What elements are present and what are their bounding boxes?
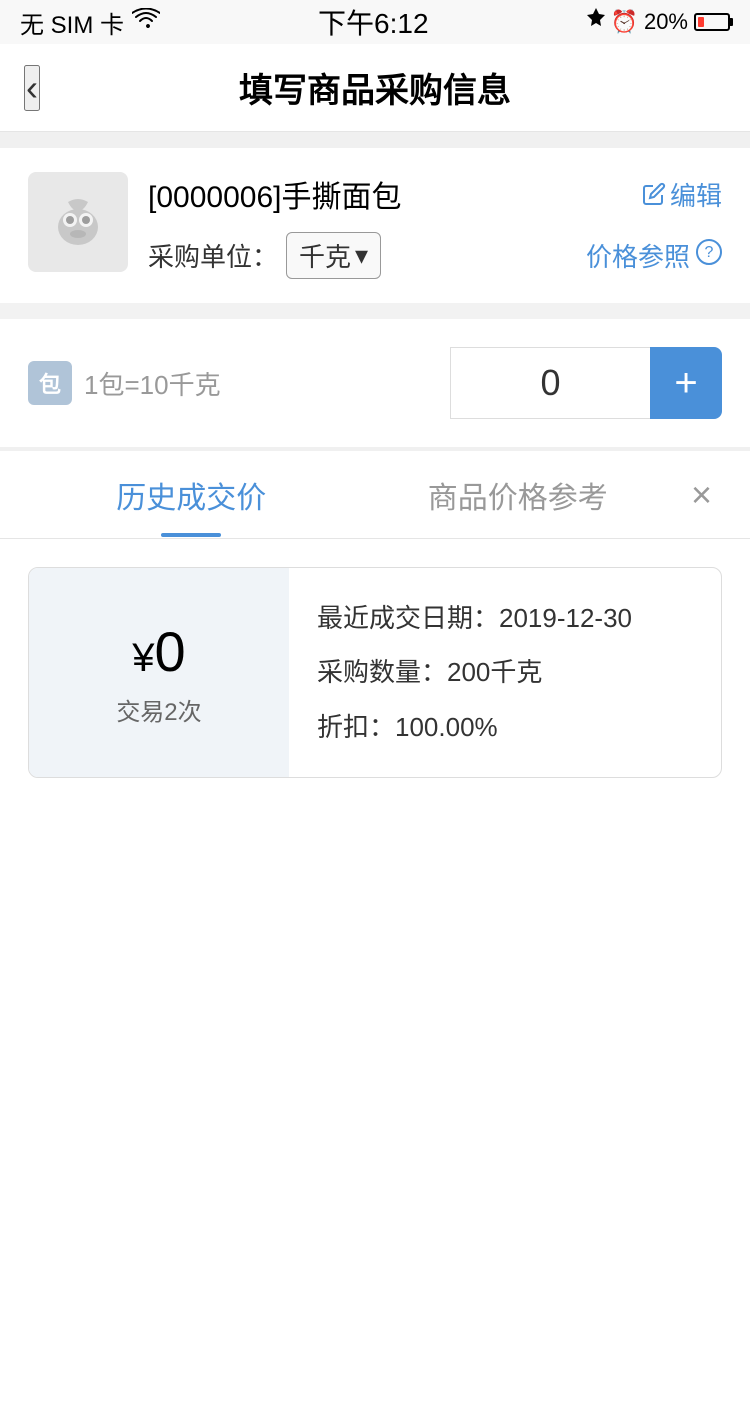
quantity-input[interactable] bbox=[450, 347, 650, 419]
unit-left: 采购单位： 千克 ▾ bbox=[148, 232, 381, 279]
price-right-panel: 最近成交日期：2019-12-30 采购数量：200千克 折扣：100.00% bbox=[289, 568, 721, 777]
price-amount: ¥0 bbox=[132, 619, 185, 684]
edit-button[interactable]: 编辑 bbox=[642, 176, 722, 213]
svg-text:?: ? bbox=[705, 244, 714, 261]
discount-row: 折扣：100.00% bbox=[317, 709, 693, 745]
quantity-label: 采购数量： bbox=[317, 657, 447, 687]
time-display: 下午6:12 bbox=[318, 2, 429, 42]
wifi-icon bbox=[132, 8, 160, 37]
quantity-row-detail: 采购数量：200千克 bbox=[317, 654, 693, 690]
product-top-row: [0000006]手撕面包 编辑 bbox=[148, 172, 722, 216]
product-header: [0000006]手撕面包 编辑 采购单位： 千克 ▾ bbox=[28, 172, 722, 279]
page-background bbox=[0, 806, 750, 1406]
quantity-value: 200千克 bbox=[447, 657, 542, 687]
tab-panel: 历史成交价 商品价格参考 × ¥0 交易2次 最近成交日期：2019-12-30… bbox=[0, 451, 750, 806]
unit-dropdown[interactable]: 千克 ▾ bbox=[286, 232, 381, 279]
status-bar: 无 SIM 卡 下午6:12 ⏰ 20% bbox=[0, 0, 750, 44]
product-unit-row: 采购单位： 千克 ▾ 价格参照 ? bbox=[148, 232, 722, 279]
page-title: 填写商品采购信息 bbox=[239, 63, 511, 112]
section-separator bbox=[0, 303, 750, 319]
location-icon bbox=[587, 8, 605, 36]
nav-bar: ‹ 填写商品采购信息 bbox=[0, 44, 750, 132]
recent-date-row: 最近成交日期：2019-12-30 bbox=[317, 600, 693, 636]
unit-box: 包 bbox=[28, 361, 72, 405]
price-card: ¥0 交易2次 最近成交日期：2019-12-30 采购数量：200千克 折扣：… bbox=[28, 567, 722, 778]
price-left-panel: ¥0 交易2次 bbox=[29, 568, 289, 777]
product-name: [0000006]手撕面包 bbox=[148, 172, 401, 216]
unit-label-text: 采购单位： bbox=[148, 237, 278, 274]
sim-indicator: 无 SIM 卡 bbox=[20, 5, 124, 40]
chevron-down-icon: ▾ bbox=[355, 240, 368, 271]
tab-history-price[interactable]: 历史成交价 bbox=[28, 453, 354, 537]
product-card: [0000006]手撕面包 编辑 采购单位： 千克 ▾ bbox=[0, 148, 750, 303]
battery-icon bbox=[694, 13, 730, 31]
quantity-row: 包 1包=10千克 + bbox=[0, 319, 750, 447]
tab-product-price-ref[interactable]: 商品价格参考 bbox=[354, 453, 680, 537]
trade-count: 交易2次 bbox=[116, 692, 201, 727]
battery-percentage: 20% bbox=[644, 9, 688, 35]
alarm-icon: ⏰ bbox=[611, 9, 638, 35]
back-button[interactable]: ‹ bbox=[24, 65, 40, 111]
status-left: 无 SIM 卡 bbox=[20, 5, 160, 40]
unit-ratio: 1包=10千克 bbox=[84, 365, 221, 402]
currency-symbol: ¥ bbox=[132, 636, 154, 680]
price-value: 0 bbox=[155, 620, 186, 683]
quantity-input-group: + bbox=[450, 347, 722, 419]
recent-date-value: 2019-12-30 bbox=[499, 603, 632, 633]
discount-value: 100.00% bbox=[395, 712, 498, 742]
product-info: [0000006]手撕面包 编辑 采购单位： 千克 ▾ bbox=[148, 172, 722, 279]
unit-label-container: 包 1包=10千克 bbox=[28, 361, 221, 405]
tab-close-button[interactable]: × bbox=[681, 464, 722, 526]
tab-header: 历史成交价 商品价格参考 × bbox=[0, 451, 750, 539]
recent-date-label: 最近成交日期： bbox=[317, 603, 499, 633]
help-icon: ? bbox=[696, 239, 722, 272]
quantity-plus-button[interactable]: + bbox=[650, 347, 722, 419]
price-reference-button[interactable]: 价格参照 ? bbox=[586, 237, 722, 274]
discount-label: 折扣： bbox=[317, 712, 395, 742]
tab-content: ¥0 交易2次 最近成交日期：2019-12-30 采购数量：200千克 折扣：… bbox=[0, 539, 750, 806]
product-thumbnail bbox=[28, 172, 128, 272]
status-right: ⏰ 20% bbox=[587, 8, 730, 36]
